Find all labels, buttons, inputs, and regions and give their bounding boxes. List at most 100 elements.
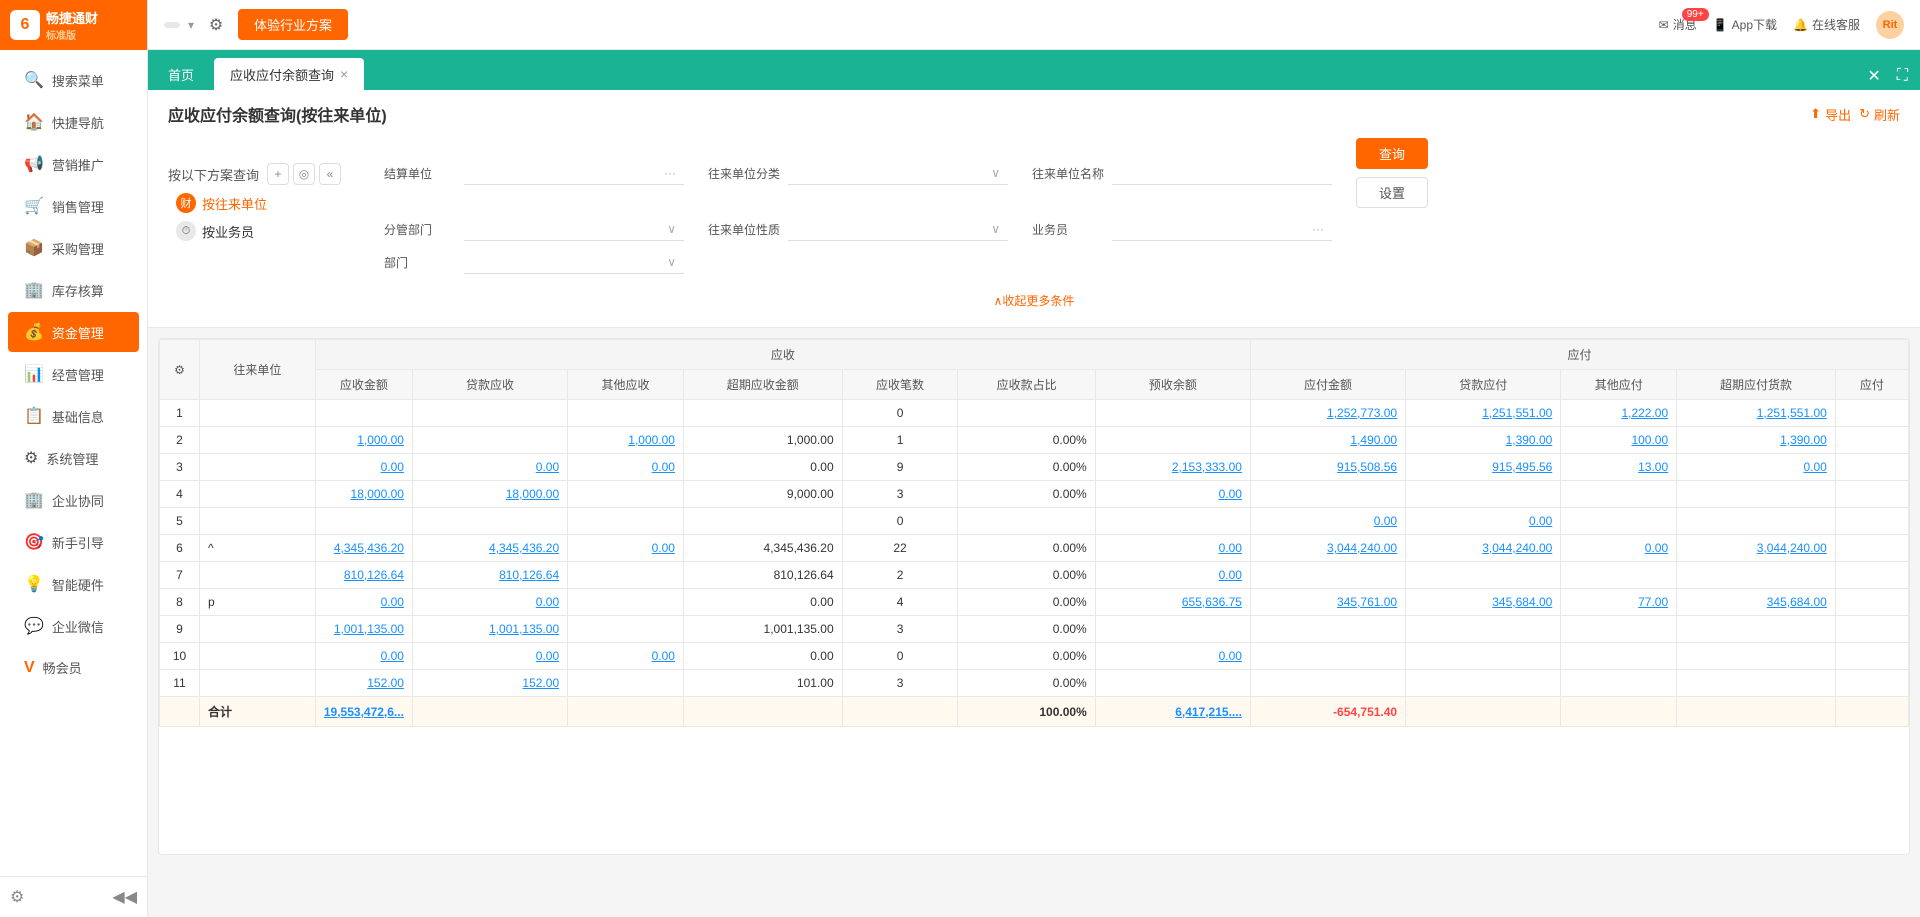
settings-col-header: ⚙ bbox=[160, 340, 200, 400]
refresh-icon: ↻ bbox=[1859, 106, 1870, 122]
nav-type-salesperson[interactable]: ⏱ 按业务员 bbox=[168, 217, 341, 245]
sidebar-item-operation[interactable]: 📊 经营管理 bbox=[8, 354, 139, 394]
sidebar: 6 畅捷通财 标准版 🔍 搜索菜单 🏠 快捷导航 📢 营销推广 🛒 销售管理 📦… bbox=[0, 0, 148, 917]
ap-group-header: 应付 bbox=[1250, 340, 1908, 370]
total-ar-prepay[interactable]: 6,417,215.... bbox=[1095, 697, 1250, 727]
ar-ratio-header: 应收款占比 bbox=[958, 370, 1095, 400]
export-button[interactable]: ⬆ 导出 bbox=[1810, 105, 1851, 124]
action-buttons: 查询 设置 bbox=[1356, 138, 1428, 208]
sidebar-item-label: 企业微信 bbox=[52, 617, 104, 636]
partner-category-select[interactable]: ∨ bbox=[788, 162, 1008, 185]
sidebar-item-smart-hw[interactable]: 💡 智能硬件 bbox=[8, 564, 139, 604]
app-download-label: App下载 bbox=[1732, 16, 1777, 33]
sidebar-item-newbie[interactable]: 🎯 新手引导 bbox=[8, 522, 139, 562]
sidebar-item-quick-nav[interactable]: 🏠 快捷导航 bbox=[8, 102, 139, 142]
avatar: Rit bbox=[1876, 11, 1904, 39]
dept-field: 部门 ∨ bbox=[384, 251, 684, 274]
industry-solution-button[interactable]: 体验行业方案 bbox=[238, 9, 348, 40]
total-ap-other bbox=[1561, 697, 1677, 727]
sidebar-item-marketing[interactable]: 📢 营销推广 bbox=[8, 144, 139, 184]
sidebar-item-system[interactable]: ⚙ 系统管理 bbox=[8, 438, 139, 478]
collapse-icon: ∧ bbox=[994, 294, 1003, 308]
ap-overdue-header: 超期应付货款 bbox=[1677, 370, 1836, 400]
table-settings-icon[interactable]: ⚙ bbox=[174, 363, 185, 377]
company-chevron-icon[interactable]: ▾ bbox=[188, 18, 194, 32]
tab-ar-ap[interactable]: 应收应付余额查询 × bbox=[214, 58, 364, 90]
tab-ar-ap-label: 应收应付余额查询 bbox=[230, 65, 334, 84]
finance-icon: 💰 bbox=[24, 322, 44, 342]
dept-select[interactable]: ∨ bbox=[464, 251, 684, 274]
app-logo: 6 畅捷通财 标准版 bbox=[0, 0, 147, 50]
query-button[interactable]: 查询 bbox=[1356, 138, 1428, 169]
sidebar-item-enterprise[interactable]: 🏢 企业协同 bbox=[8, 480, 139, 520]
partner-name-field: 往来单位名称 bbox=[1032, 162, 1332, 185]
sidebar-item-label: 企业协同 bbox=[52, 491, 104, 510]
tabbar: 首页 应收应付余额查询 × ✕ ⛶ bbox=[148, 50, 1920, 90]
sidebar-item-member[interactable]: V 畅会员 bbox=[8, 648, 139, 687]
wechat-icon: 💬 bbox=[24, 616, 44, 636]
search-menu-icon: 🔍 bbox=[24, 70, 44, 90]
add-scheme-button[interactable]: + bbox=[267, 163, 289, 185]
close-window-icon[interactable]: ✕ bbox=[1863, 62, 1884, 90]
basic-info-icon: 📋 bbox=[24, 406, 44, 426]
sidebar-item-label: 基础信息 bbox=[52, 407, 104, 426]
partner-nature-select[interactable]: ∨ bbox=[788, 218, 1008, 241]
nav-type-partner[interactable]: 财 按往来单位 bbox=[168, 189, 341, 217]
collapse-more-button[interactable]: ∧ 收起更多条件 bbox=[168, 286, 1900, 315]
set-button[interactable]: 设置 bbox=[1356, 177, 1428, 208]
collapse-icon[interactable]: ◀◀ bbox=[112, 887, 137, 907]
sidebar-item-wechat[interactable]: 💬 企业微信 bbox=[8, 606, 139, 646]
nav-type-partner-label: 按往来单位 bbox=[202, 194, 267, 213]
sidebar-item-sales[interactable]: 🛒 销售管理 bbox=[8, 186, 139, 226]
page-title-row: 应收应付余额查询(按往来单位) ⬆ 导出 ↻ 刷新 bbox=[168, 102, 1900, 126]
tab-close-icon[interactable]: × bbox=[340, 66, 348, 82]
app-download-button[interactable]: 📱 App下载 bbox=[1713, 16, 1777, 33]
scheme-settings-button[interactable]: ◎ bbox=[293, 163, 315, 185]
total-ar-count bbox=[842, 697, 958, 727]
system-icon: ⚙ bbox=[24, 448, 38, 468]
sidebar-item-label: 畅会员 bbox=[43, 658, 82, 677]
download-icon: 📱 bbox=[1713, 18, 1728, 32]
sidebar-item-inventory[interactable]: 🏢 库存核算 bbox=[8, 270, 139, 310]
page-title: 应收应付余额查询(按往来单位) bbox=[168, 102, 387, 126]
ar-prepay-header: 预收余额 bbox=[1095, 370, 1250, 400]
partner-category-field: 往来单位分类 ∨ bbox=[708, 162, 1008, 185]
table-row: 6^4,345,436.204,345,436.200.004,345,436.… bbox=[160, 535, 1909, 562]
online-service-button[interactable]: 🔔 在线客服 bbox=[1793, 16, 1860, 33]
partner-name-input[interactable] bbox=[1112, 162, 1332, 185]
partner-name-label: 往来单位名称 bbox=[1032, 165, 1112, 182]
sidebar-item-label: 快捷导航 bbox=[52, 113, 104, 132]
sidebar-item-label: 搜索菜单 bbox=[52, 71, 104, 90]
tabbar-right: ✕ ⛶ bbox=[1863, 62, 1920, 90]
logo-icon: 6 bbox=[10, 10, 40, 40]
ar-group-header: 应收 bbox=[315, 340, 1250, 370]
branch-dept-select[interactable]: ∨ bbox=[464, 218, 684, 241]
marketing-icon: 📢 bbox=[24, 154, 44, 174]
sidebar-item-label: 经营管理 bbox=[52, 365, 104, 384]
total-ar-amount[interactable]: 19,553,472,6... bbox=[315, 697, 412, 727]
tab-home[interactable]: 首页 bbox=[152, 58, 210, 90]
sidebar-item-search-menu[interactable]: 🔍 搜索菜单 bbox=[8, 60, 139, 100]
sidebar-item-finance[interactable]: 💰 资金管理 bbox=[8, 312, 139, 352]
enterprise-icon: 🏢 bbox=[24, 490, 44, 510]
sales-icon: 🛒 bbox=[24, 196, 44, 216]
table-container: ⚙ 往来单位 应收 应付 应收金额 贷款应收 其他应收 超期应收金额 应收笔数 … bbox=[158, 338, 1910, 855]
refresh-label: 刷新 bbox=[1874, 105, 1900, 124]
sidebar-item-purchase[interactable]: 📦 采购管理 bbox=[8, 228, 139, 268]
maximize-icon[interactable]: ⛶ bbox=[1893, 63, 1912, 89]
sidebar-item-basic-info[interactable]: 📋 基础信息 bbox=[8, 396, 139, 436]
settlement-unit-label: 结算单位 bbox=[384, 165, 464, 182]
ar-other-header: 其他应收 bbox=[568, 370, 684, 400]
table-row: 8p0.000.000.0040.00%655,636.75345,761.00… bbox=[160, 589, 1909, 616]
refresh-button[interactable]: ↻ 刷新 bbox=[1859, 105, 1900, 124]
newbie-icon: 🎯 bbox=[24, 532, 44, 552]
ap-amount-header: 应付金额 bbox=[1250, 370, 1405, 400]
dept-label: 部门 bbox=[384, 254, 464, 271]
topbar-left: ▾ ⚙ 体验行业方案 bbox=[164, 9, 1659, 40]
member-icon: V bbox=[24, 659, 35, 677]
gear-icon[interactable]: ⚙ bbox=[202, 11, 230, 39]
settings-bottom-icon[interactable]: ⚙ bbox=[10, 887, 24, 907]
scheme-collapse-button[interactable]: « bbox=[319, 163, 341, 185]
ap-loan-header: 贷款应付 bbox=[1406, 370, 1561, 400]
sidebar-item-label: 新手引导 bbox=[52, 533, 104, 552]
